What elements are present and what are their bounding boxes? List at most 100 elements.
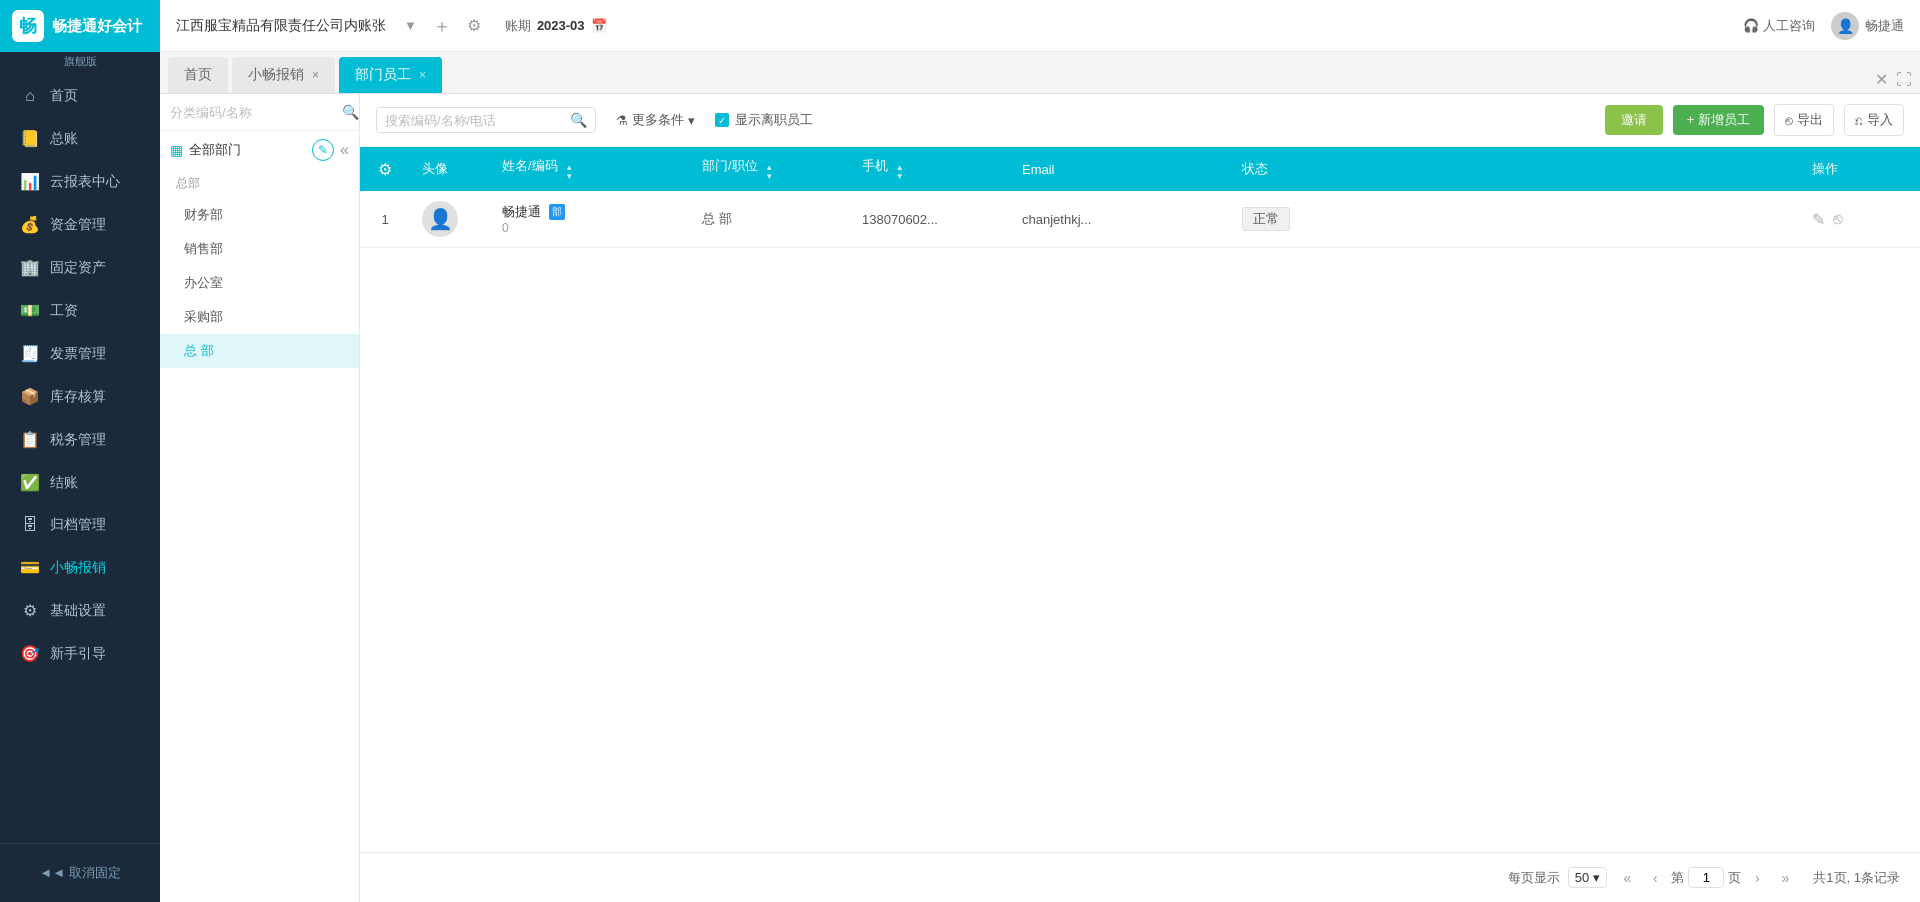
table-settings-icon[interactable]: ⚙ xyxy=(378,161,392,178)
last-page-button[interactable]: » xyxy=(1773,866,1797,890)
dept-sort-icon[interactable]: ▲▼ xyxy=(765,164,773,181)
calendar-icon[interactable]: 📅 xyxy=(591,18,607,33)
table-header-row: ⚙ 头像 姓名/编码 ▲▼ 部门/职位 ▲▼ xyxy=(360,147,1920,191)
dept-node-office[interactable]: 办公室 xyxy=(160,266,359,300)
dept-group-label: 总部 xyxy=(160,169,359,198)
employee-search-icon[interactable]: 🔍 xyxy=(570,112,587,128)
sidebar-item-ledger[interactable]: 📒 总账 xyxy=(0,117,160,160)
delete-button[interactable]: ⎋ xyxy=(1833,210,1843,229)
sidebar-item-inventory[interactable]: 📦 库存核算 xyxy=(0,375,160,418)
app-name: 畅捷通好会计 xyxy=(52,17,142,36)
employee-table-container: ⚙ 头像 姓名/编码 ▲▼ 部门/职位 ▲▼ xyxy=(360,147,1920,852)
sidebar-item-salary[interactable]: 💵 工资 xyxy=(0,289,160,332)
dept-node-general-label: 总 部 xyxy=(184,343,214,358)
tab-dept-employee[interactable]: 部门员工 × xyxy=(339,57,442,93)
page-size-label: 每页显示 xyxy=(1508,869,1560,887)
page-size-dropdown-icon: ▾ xyxy=(1593,870,1600,885)
page-unit: 页 xyxy=(1728,869,1741,887)
tab-expense-close[interactable]: × xyxy=(312,68,319,82)
cancel-fix-button[interactable]: ◄◄ 取消固定 xyxy=(0,854,160,892)
resigned-checkbox[interactable]: ✓ xyxy=(715,113,729,127)
row-avatar: 👤 xyxy=(410,191,490,248)
tab-close-all-icon[interactable]: ✕ xyxy=(1875,70,1888,89)
tab-dept-close[interactable]: × xyxy=(419,68,426,82)
checkout-icon: ✅ xyxy=(20,473,40,492)
sidebar-label-inventory: 库存核算 xyxy=(50,388,106,406)
dept-panel: 🔍 ▦ 全部部门 ✎ « 总部 财务部 销售部 办公室 xyxy=(160,94,360,902)
sidebar-item-assets[interactable]: 🏢 固定资产 xyxy=(0,246,160,289)
employee-search-input[interactable] xyxy=(385,113,566,128)
export-button[interactable]: ⎋ 导出 xyxy=(1774,104,1834,136)
col-dept[interactable]: 部门/职位 ▲▼ xyxy=(690,147,850,191)
prev-page-button[interactable]: ‹ xyxy=(1643,866,1667,890)
dept-node-purchase[interactable]: 采购部 xyxy=(160,300,359,334)
employee-table: ⚙ 头像 姓名/编码 ▲▼ 部门/职位 ▲▼ xyxy=(360,147,1920,248)
home-icon: ⌂ xyxy=(20,87,40,105)
dept-grid-icon: ▦ xyxy=(170,142,183,158)
dept-collapse-icon[interactable]: « xyxy=(340,141,349,159)
user-avatar-icon: 👤 xyxy=(1831,12,1859,40)
row-dept: 总 部 xyxy=(690,191,850,248)
dept-node-sales-label: 销售部 xyxy=(184,241,223,256)
sidebar-item-checkout[interactable]: ✅ 结账 xyxy=(0,461,160,504)
phone-sort-icon[interactable]: ▲▼ xyxy=(896,164,904,181)
sidebar-item-invoice[interactable]: 🧾 发票管理 xyxy=(0,332,160,375)
total-info: 共1页, 1条记录 xyxy=(1813,869,1900,887)
sidebar-label-ledger: 总账 xyxy=(50,130,78,148)
reports-icon: 📊 xyxy=(20,172,40,191)
more-filter-label: 更多条件 xyxy=(632,111,684,129)
settings-icon: ⚙ xyxy=(20,601,40,620)
sidebar-item-archive[interactable]: 🗄 归档管理 xyxy=(0,504,160,546)
sidebar-item-reports[interactable]: 📊 云报表中心 xyxy=(0,160,160,203)
page-size-select[interactable]: 50 ▾ xyxy=(1568,867,1607,888)
edit-button[interactable]: ✎ xyxy=(1812,210,1825,229)
page-nav: « ‹ 第 页 › » xyxy=(1615,866,1797,890)
sidebar-item-guide[interactable]: 🎯 新手引导 xyxy=(0,632,160,675)
logo-icon: 畅 xyxy=(12,10,44,42)
headset-icon: 🎧 xyxy=(1743,18,1759,33)
header-settings-icon[interactable]: ⚙ xyxy=(467,16,481,35)
invite-button[interactable]: 邀请 xyxy=(1605,105,1663,135)
page-label: 第 xyxy=(1671,869,1684,887)
dept-search-icon[interactable]: 🔍 xyxy=(342,104,359,120)
sidebar-item-home[interactable]: ⌂ 首页 xyxy=(0,75,160,117)
dept-node-sales[interactable]: 销售部 xyxy=(160,232,359,266)
main-area: 江西服宝精品有限责任公司内账张 ▼ ＋ ⚙ 账期 2023-03 📅 🎧 人工咨… xyxy=(160,0,1920,902)
tab-expense[interactable]: 小畅报销 × xyxy=(232,57,335,93)
tabs-bar: 首页 小畅报销 × 部门员工 × ✕ ⛶ xyxy=(160,52,1920,94)
sidebar-item-tax[interactable]: 📋 税务管理 xyxy=(0,418,160,461)
add-employee-button[interactable]: + 新增员工 xyxy=(1673,105,1764,135)
dept-badge: 部 xyxy=(549,204,565,220)
sidebar-item-funds[interactable]: 💰 资金管理 xyxy=(0,203,160,246)
employee-search-box: 🔍 xyxy=(376,107,596,133)
show-resigned-toggle[interactable]: ✓ 显示离职员工 xyxy=(715,111,813,129)
user-button[interactable]: 👤 畅捷通 xyxy=(1831,12,1904,40)
next-page-button[interactable]: › xyxy=(1745,866,1769,890)
salary-icon: 💵 xyxy=(20,301,40,320)
import-button[interactable]: ⎌ 导入 xyxy=(1844,104,1904,136)
consult-button[interactable]: 🎧 人工咨询 xyxy=(1743,17,1815,35)
col-phone[interactable]: 手机 ▲▼ xyxy=(850,147,1010,191)
more-filter-button[interactable]: ⚗ 更多条件 ▾ xyxy=(606,107,705,133)
col-name[interactable]: 姓名/编码 ▲▼ xyxy=(490,147,690,191)
dept-edit-button[interactable]: ✎ xyxy=(312,139,334,161)
tab-expand-icon[interactable]: ⛶ xyxy=(1896,71,1912,89)
name-sort-icon[interactable]: ▲▼ xyxy=(565,164,573,181)
dept-node-general[interactable]: 总 部 xyxy=(160,334,359,368)
first-page-button[interactable]: « xyxy=(1615,866,1639,890)
tab-home-label: 首页 xyxy=(184,66,212,84)
col-settings[interactable]: ⚙ xyxy=(360,147,410,191)
sidebar-item-settings[interactable]: ⚙ 基础设置 xyxy=(0,589,160,632)
add-company-button[interactable]: ＋ xyxy=(433,14,451,38)
cancel-fix-label: ◄◄ 取消固定 xyxy=(39,864,120,882)
sidebar-item-expense[interactable]: 💳 小畅报销 xyxy=(0,546,160,589)
page-input[interactable] xyxy=(1688,867,1724,888)
company-dropdown-icon[interactable]: ▼ xyxy=(404,18,417,33)
top-header: 江西服宝精品有限责任公司内账张 ▼ ＋ ⚙ 账期 2023-03 📅 🎧 人工咨… xyxy=(160,0,1920,52)
dept-node-finance[interactable]: 财务部 xyxy=(160,198,359,232)
sidebar-label-settings: 基础设置 xyxy=(50,602,106,620)
dept-search-input[interactable] xyxy=(170,105,338,120)
avatar: 👤 xyxy=(422,201,458,237)
tab-home[interactable]: 首页 xyxy=(168,57,228,93)
sidebar-label-guide: 新手引导 xyxy=(50,645,106,663)
